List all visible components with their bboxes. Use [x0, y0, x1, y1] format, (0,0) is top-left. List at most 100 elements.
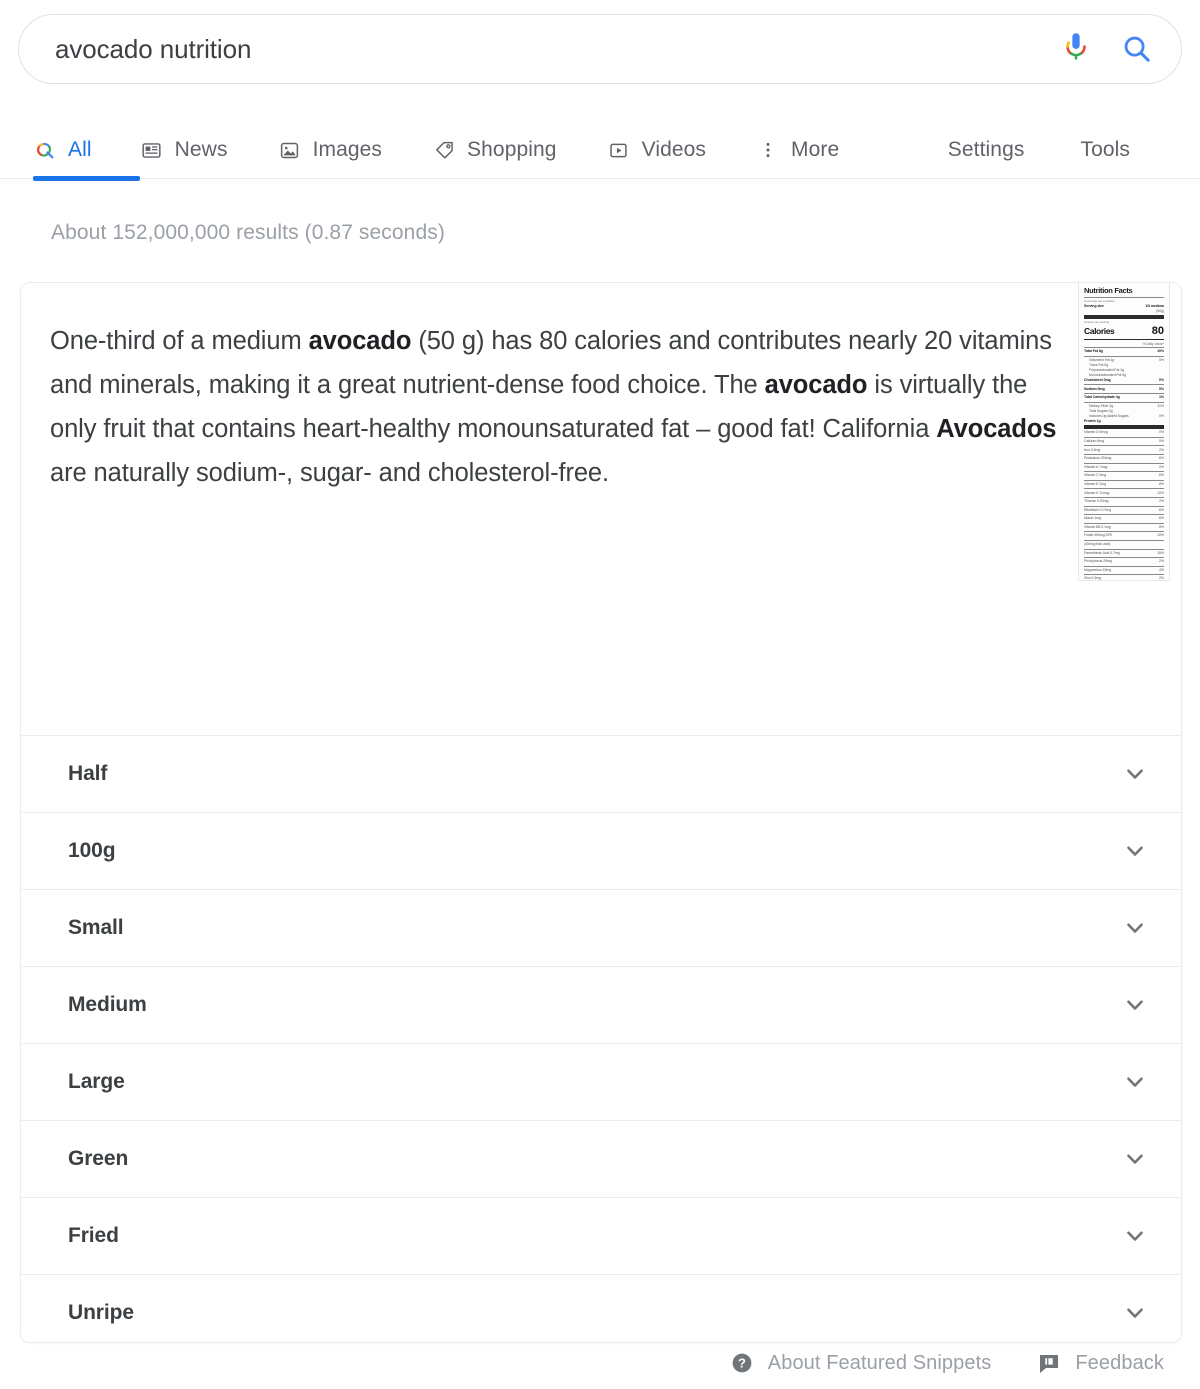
- nutrition-vitamin-row: Vitamin D 0mcg 0%: [1084, 430, 1164, 435]
- active-tab-underline: [33, 176, 140, 181]
- search-tabs-right: Settings Tools: [948, 122, 1130, 178]
- nutrition-serving-label: Serving size: [1084, 303, 1104, 308]
- tag-icon: [432, 138, 456, 162]
- accordion-row-label: Large: [68, 1070, 125, 1093]
- nutrition-vitamin-row: Pantothenic Acid 0.7mg 15%: [1084, 550, 1164, 555]
- tab-shopping[interactable]: Shopping: [432, 122, 579, 178]
- tab-all[interactable]: All: [33, 122, 106, 178]
- nutrition-vitamins-list: Vitamin D 0mcg 0% Calcium 6mg 0% Iron 0.3mg 2…: [1084, 430, 1164, 581]
- chevron-down-icon[interactable]: [1121, 1299, 1149, 1327]
- magnifier-icon[interactable]: [1121, 33, 1153, 65]
- tab-videos-label: Videos: [641, 138, 707, 161]
- chevron-down-icon[interactable]: [1121, 760, 1149, 788]
- nutrition-vitamin-row: Riboflavin 0.07mg 6%: [1084, 507, 1164, 512]
- accordion-row-fried[interactable]: Fried: [21, 1197, 1181, 1274]
- nutrition-vitamin-row: Zinc 0.3mg 2%: [1084, 576, 1164, 581]
- chevron-down-icon[interactable]: [1121, 837, 1149, 865]
- google-search-icon: [33, 138, 57, 162]
- nutrition-vitamin-row: Vitamin A 7mcg 0%: [1084, 464, 1164, 469]
- tools-button[interactable]: Tools: [1080, 138, 1130, 162]
- nutrition-macros-list: Total Fat 8g 10% Saturated Fat 1g 5% Trans F…: [1084, 349, 1164, 423]
- featured-snippet-card: One-third of a medium avocado (50 g) has…: [20, 282, 1182, 1343]
- search-input[interactable]: [55, 33, 1061, 65]
- nutrition-serving-weight: (50g): [1156, 308, 1164, 313]
- nutrition-vitamin-row: Thiamin 0.03mg 2%: [1084, 499, 1164, 504]
- nutrition-vitamin-row: Calcium 6mg 0%: [1084, 438, 1164, 443]
- chevron-down-icon[interactable]: [1121, 1222, 1149, 1250]
- video-icon: [607, 138, 631, 162]
- nutrition-vitamin-row: Vitamin E 1mg 8%: [1084, 481, 1164, 486]
- nutrition-row: Total Carbohydrate 4g 1%: [1084, 395, 1164, 400]
- nutrition-dv-header: % Daily Value*: [1142, 341, 1164, 346]
- search-bar-container: [18, 14, 1182, 84]
- tab-videos[interactable]: Videos: [607, 122, 728, 178]
- accordion-row-label: Green: [68, 1147, 129, 1170]
- nutrition-label-title: Nutrition Facts: [1084, 286, 1133, 295]
- serving-size-accordion: Half 100g Small Medium Large Green Fried Unripe: [21, 735, 1181, 1342]
- nutrition-vitamin-row: Niacin 1mg 6%: [1084, 516, 1164, 521]
- about-featured-snippets-link[interactable]: ? About Featured Snippets: [730, 1351, 992, 1375]
- microphone-icon[interactable]: [1061, 32, 1091, 66]
- tab-more-label: More: [791, 138, 840, 161]
- nutrition-vitamin-row: Magnesium 15mg 4%: [1084, 567, 1164, 572]
- accordion-row-label: 100g: [68, 839, 116, 862]
- feedback-flag-icon: [1037, 1351, 1061, 1375]
- tab-all-label: All: [68, 138, 92, 161]
- news-icon: [140, 138, 164, 162]
- accordion-row-label: Unripe: [68, 1301, 134, 1324]
- tab-shopping-label: Shopping: [467, 138, 557, 161]
- about-featured-snippets-label: About Featured Snippets: [767, 1351, 992, 1374]
- result-stats: About 152,000,000 results (0.87 seconds): [51, 221, 445, 244]
- nutrition-vitamin-row: Iron 0.3mg 2%: [1084, 447, 1164, 452]
- tab-more[interactable]: More: [756, 122, 861, 178]
- settings-button[interactable]: Settings: [948, 138, 1025, 162]
- search-bar[interactable]: [18, 14, 1182, 84]
- nutrition-vitamin-row: Phosphorus 26mg 2%: [1084, 559, 1164, 564]
- snippet-bold-term: avocado: [764, 371, 868, 399]
- nutrition-calories-label: Calories: [1084, 326, 1115, 337]
- accordion-row-100g[interactable]: 100g: [21, 812, 1181, 889]
- image-icon: [278, 138, 302, 162]
- tab-images[interactable]: Images: [278, 122, 404, 178]
- accordion-row-large[interactable]: Large: [21, 1043, 1181, 1120]
- search-bar-actions: [1061, 32, 1153, 66]
- search-tabs-left: All News Images Shopping Videos More: [33, 122, 889, 178]
- nutrition-row: Total Fat 8g 10%: [1084, 349, 1164, 354]
- tab-news-label: News: [174, 138, 228, 161]
- snippet-text-run: One-third of a medium: [50, 327, 309, 355]
- chevron-down-icon[interactable]: [1121, 991, 1149, 1019]
- help-circle-icon: ?: [730, 1351, 754, 1375]
- nutrition-vitamin-row: Vitamin C 5mg 6%: [1084, 473, 1164, 478]
- chevron-down-icon[interactable]: [1121, 1068, 1149, 1096]
- feedback-link[interactable]: Feedback: [1037, 1351, 1164, 1375]
- tab-news[interactable]: News: [140, 122, 250, 178]
- featured-snippet-paragraph: One-third of a medium avocado (50 g) has…: [50, 319, 1070, 495]
- tab-images-label: Images: [312, 138, 383, 161]
- accordion-row-small[interactable]: Small: [21, 889, 1181, 966]
- accordion-row-unripe[interactable]: Unripe: [21, 1274, 1181, 1342]
- nutrition-vitamin-row: Folate 45mcg DFE 10%: [1084, 533, 1164, 538]
- accordion-row-label: Medium: [68, 993, 147, 1016]
- nutrition-row: Sodium 0mg 0%: [1084, 386, 1164, 391]
- accordion-row-medium[interactable]: Medium: [21, 966, 1181, 1043]
- nutrition-row: Protein 1g: [1084, 418, 1101, 423]
- accordion-row-label: Fried: [68, 1224, 119, 1247]
- nutrition-row: Cholesterol 0mg 0%: [1084, 377, 1164, 382]
- feedback-label: Feedback: [1075, 1351, 1164, 1374]
- snippet-text-run: are naturally sodium-, sugar- and choles…: [50, 459, 610, 487]
- accordion-row-green[interactable]: Green: [21, 1120, 1181, 1197]
- nutrition-vitamin-row: (45mcg folic acid): [1084, 542, 1111, 547]
- nutrition-facts-label-image[interactable]: Nutrition Facts 8 servings per container…: [1078, 283, 1170, 581]
- featured-snippet-body: One-third of a medium avocado (50 g) has…: [21, 283, 1181, 709]
- accordion-row-half[interactable]: Half: [21, 735, 1181, 812]
- snippet-bold-term: Avocados: [936, 415, 1057, 443]
- nutrition-calories-row: Calories 80: [1084, 325, 1164, 337]
- search-tabs: All News Images Shopping Videos More Set…: [0, 122, 1200, 184]
- chevron-down-icon[interactable]: [1121, 914, 1149, 942]
- accordion-row-label: Small: [68, 916, 124, 939]
- nutrition-calories-value: 80: [1151, 325, 1164, 338]
- nutrition-vitamin-row: Vitamin B6 0.1mg 8%: [1084, 524, 1164, 529]
- chevron-down-icon[interactable]: [1121, 1145, 1149, 1173]
- more-vertical-icon: [756, 138, 780, 162]
- nutrition-vitamin-row: Potassium 254mg 6%: [1084, 456, 1164, 461]
